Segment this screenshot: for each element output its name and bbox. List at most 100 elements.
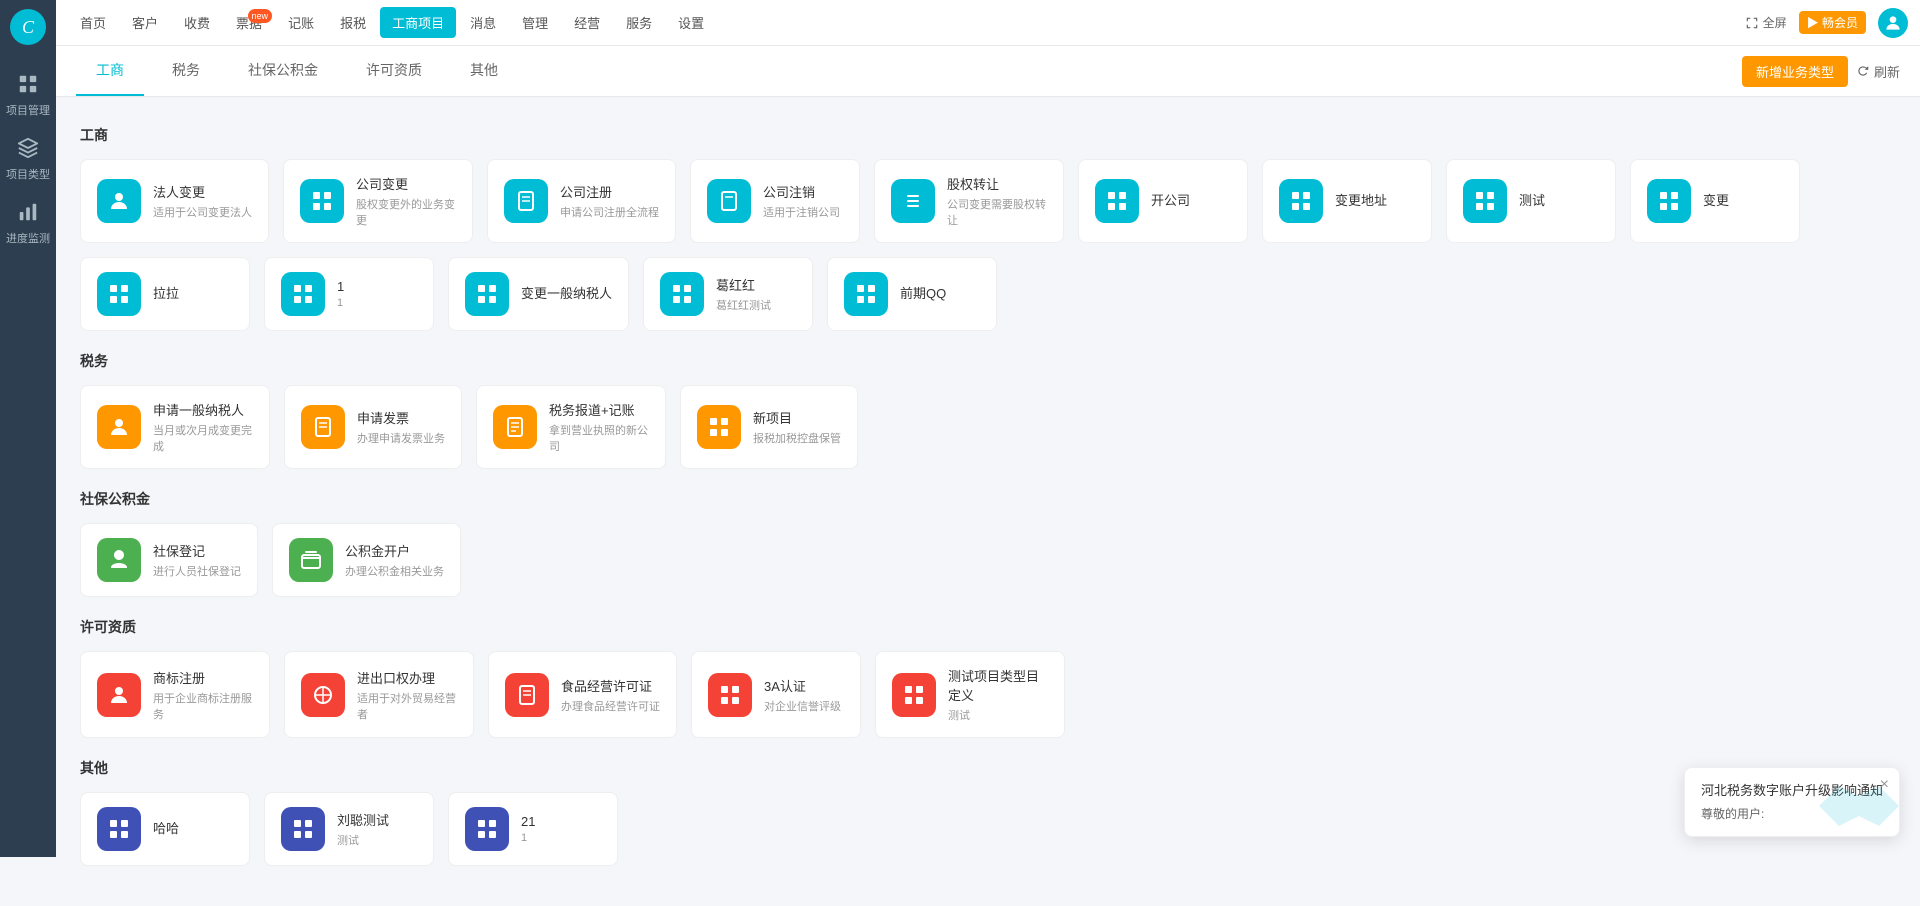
card-twenty-one[interactable]: 21 1 <box>448 792 618 866</box>
food-license-icon <box>505 673 549 717</box>
topnav-home[interactable]: 首页 <box>68 7 118 38</box>
card-info: 公积金开户 办理公积金相关业务 <box>345 541 444 579</box>
topnav-customer[interactable]: 客户 <box>120 7 170 38</box>
card-company-cancel[interactable]: 公司注销 适用于注销公司 <box>690 159 860 243</box>
topnav-settings[interactable]: 设置 <box>666 7 716 38</box>
topnav-management[interactable]: 管理 <box>510 7 560 38</box>
card-food-license[interactable]: 食品经营许可证 办理食品经营许可证 <box>488 651 677 738</box>
card-fund-account[interactable]: 公积金开户 办理公积金相关业务 <box>272 523 461 597</box>
card-open-company[interactable]: 开公司 <box>1078 159 1248 243</box>
person-icon <box>1883 13 1903 33</box>
card-desc: 1 <box>521 832 535 844</box>
card-name: 股权转让 <box>947 174 1047 193</box>
tab-license[interactable]: 许可资质 <box>346 46 442 96</box>
card-mohonghong[interactable]: 葛红红 葛红红测试 <box>643 257 813 331</box>
sidebar-item-project-type[interactable]: 项目类型 <box>0 126 56 190</box>
tab-tax[interactable]: 税务 <box>152 46 220 96</box>
card-info: 拉拉 <box>153 283 179 305</box>
topnav-industrial[interactable]: 工商项目 <box>380 7 456 38</box>
card-name: 测试项目类型目定义 <box>948 666 1048 704</box>
card-haha[interactable]: 哈哈 <box>80 792 250 866</box>
sidebar-item-project-management[interactable]: 项目管理 <box>0 62 56 126</box>
card-social-register[interactable]: 社保登记 进行人员社保登记 <box>80 523 258 597</box>
card-equity-transfer[interactable]: 股权转让 公司变更需要股权转让 <box>874 159 1064 243</box>
card-apply-invoice[interactable]: 申请发票 办理申请发票业务 <box>284 385 462 469</box>
topnav-tax[interactable]: 报税 <box>328 7 378 38</box>
topnav-billing[interactable]: 收费 <box>172 7 222 38</box>
fullscreen-button[interactable]: 全屏 <box>1745 14 1787 31</box>
card-change2[interactable]: 变更 <box>1630 159 1800 243</box>
apply-invoice-icon <box>301 405 345 449</box>
card-company-change[interactable]: 公司变更 股权变更外的业务变更 <box>283 159 473 243</box>
notif-bg-icon <box>1819 776 1899 836</box>
company-cancel-icon <box>707 179 751 223</box>
card-name: 公司注册 <box>560 182 659 201</box>
card-info: 测试项目类型目定义 测试 <box>948 666 1048 723</box>
card-name: 变更一般纳税人 <box>521 283 612 302</box>
new-type-button[interactable]: 新增业务类型 <box>1742 56 1848 87</box>
card-desc: 用于企业商标注册服务 <box>153 690 253 722</box>
card-desc: 进行人员社保登记 <box>153 563 241 579</box>
topnav-tickets[interactable]: 票据 new <box>224 7 274 38</box>
card-name: 1 <box>337 279 344 294</box>
tab-social[interactable]: 社保公积金 <box>228 46 338 96</box>
card-change-taxpayer[interactable]: 变更一般纳税人 <box>448 257 629 331</box>
card-trademark[interactable]: 商标注册 用于企业商标注册服务 <box>80 651 270 738</box>
card-lala[interactable]: 拉拉 <box>80 257 250 331</box>
tax-report-icon <box>493 405 537 449</box>
card-3a-cert[interactable]: 3A认证 对企业信誉评级 <box>691 651 861 738</box>
refresh-button[interactable]: 刷新 <box>1856 62 1900 81</box>
card-name: 食品经营许可证 <box>561 676 660 695</box>
grid-icon <box>14 70 42 98</box>
card-name: 进出口权办理 <box>357 668 457 687</box>
card-info: 1 1 <box>337 279 344 309</box>
card-info: 社保登记 进行人员社保登记 <box>153 541 241 579</box>
logo[interactable]: C <box>9 8 47 46</box>
fund-account-icon <box>289 538 333 582</box>
card-desc: 测试 <box>948 707 1048 723</box>
tab-other[interactable]: 其他 <box>450 46 518 96</box>
sidebar-label-project-management: 项目管理 <box>6 102 50 118</box>
card-info: 前期QQ <box>900 283 946 305</box>
card-info: 3A认证 对企业信誉评级 <box>764 676 841 714</box>
card-desc: 报税加税控盘保管 <box>753 430 841 446</box>
twenty-one-icon <box>465 807 509 851</box>
card-info: 公司注销 适用于注销公司 <box>763 182 840 220</box>
card-company-register[interactable]: 公司注册 申请公司注册全流程 <box>487 159 676 243</box>
fullscreen-icon <box>1745 16 1759 30</box>
card-info: 变更 <box>1703 190 1729 212</box>
card-test-type[interactable]: 测试项目类型目定义 测试 <box>875 651 1065 738</box>
card-desc: 办理公积金相关业务 <box>345 563 444 579</box>
topnav-service[interactable]: 服务 <box>614 7 664 38</box>
vip-button[interactable]: ▶ 畅会员 <box>1799 11 1866 34</box>
topnav-operation[interactable]: 经营 <box>562 7 612 38</box>
card-new-project[interactable]: 新项目 报税加税控盘保管 <box>680 385 858 469</box>
card-legal-change[interactable]: 法人变更 适用于公司变更法人 <box>80 159 269 243</box>
topnav-bookkeeping[interactable]: 记账 <box>276 7 326 38</box>
card-name: 新项目 <box>753 408 841 427</box>
card-front-qq[interactable]: 前期QQ <box>827 257 997 331</box>
section-title-tax: 税务 <box>80 351 1896 371</box>
content: 工商 法人变更 适用于公司变更法人 公司变更 股权变更外的业务变更 <box>56 97 1920 906</box>
card-tax-report-book[interactable]: 税务报道+记账 拿到营业执照的新公司 <box>476 385 666 469</box>
main: 工商 税务 社保公积金 许可资质 其他 新增业务类型 刷新 工商 法人变更 <box>56 46 1920 906</box>
card-liu-ce-test[interactable]: 刘聪测试 测试 <box>264 792 434 866</box>
new-badge: new <box>248 9 273 23</box>
sidebar-item-progress-monitor[interactable]: 进度监测 <box>0 190 56 254</box>
card-name: 变更 <box>1703 190 1729 209</box>
avatar[interactable] <box>1878 8 1908 38</box>
card-test[interactable]: 测试 <box>1446 159 1616 243</box>
one-icon <box>281 272 325 316</box>
topnav-message[interactable]: 消息 <box>458 7 508 38</box>
chart-icon <box>14 198 42 226</box>
card-name: 测试 <box>1519 190 1545 209</box>
lala-icon <box>97 272 141 316</box>
card-apply-taxpayer[interactable]: 申请一般纳税人 当月或次月成变更完成 <box>80 385 270 469</box>
test-icon <box>1463 179 1507 223</box>
card-one[interactable]: 1 1 <box>264 257 434 331</box>
card-change-address[interactable]: 变更地址 <box>1262 159 1432 243</box>
card-info: 刘聪测试 测试 <box>337 810 389 848</box>
card-import-export[interactable]: 进出口权办理 适用于对外贸易经营者 <box>284 651 474 738</box>
liu-ce-test-icon <box>281 807 325 851</box>
tab-industrial[interactable]: 工商 <box>76 46 144 96</box>
